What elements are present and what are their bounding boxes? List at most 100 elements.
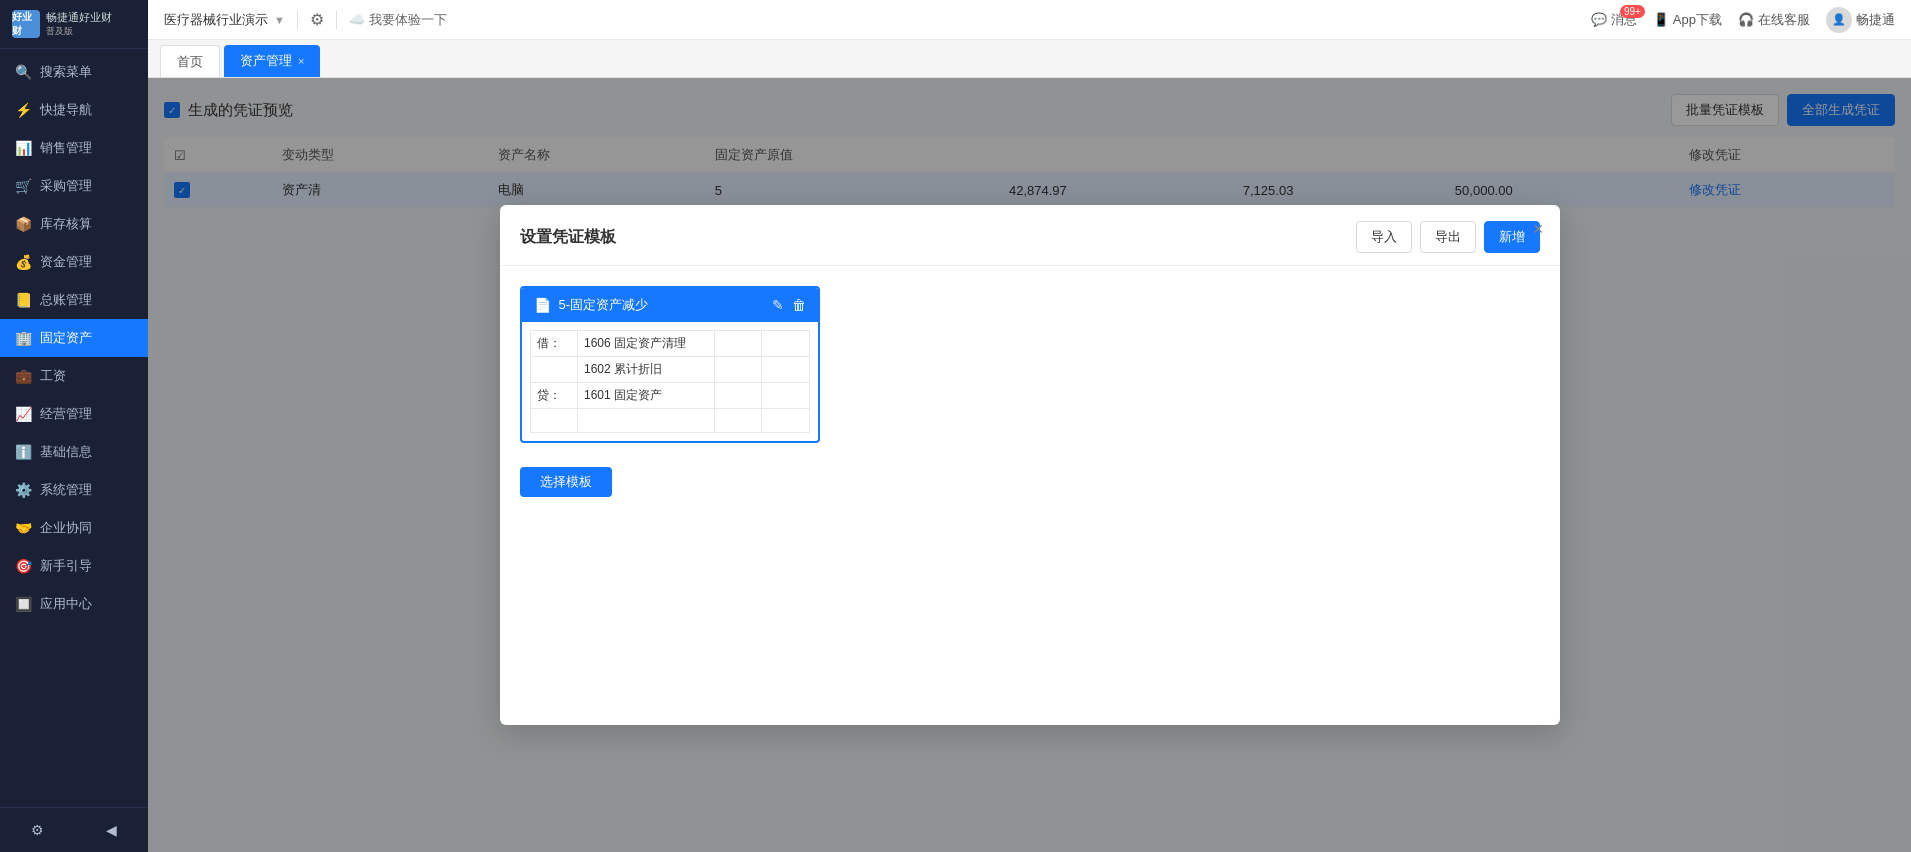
sidebar-item-label: 经营管理 <box>40 405 92 423</box>
export-button[interactable]: 导出 <box>1420 221 1476 253</box>
sidebar-item-label: 库存核算 <box>40 215 92 233</box>
chevron-down-icon: ▼ <box>274 14 285 26</box>
company-name[interactable]: 医疗器械行业演示 ▼ <box>164 11 285 29</box>
tab-home-label: 首页 <box>177 53 203 71</box>
download-icon: 📱 <box>1653 12 1669 27</box>
message-icon: 💬 <box>1591 12 1607 27</box>
inventory-icon: 📦 <box>14 215 32 233</box>
sidebar-item-search[interactable]: 🔍 搜索菜单 <box>0 53 148 91</box>
settings-icon[interactable]: ⚙ <box>310 10 324 29</box>
salary-icon: 💼 <box>14 367 32 385</box>
settings-button[interactable]: ⚙ <box>25 816 50 844</box>
sidebar-item-appcenter[interactable]: 🔲 应用中心 <box>0 585 148 623</box>
experience-button[interactable]: ☁️ 我要体验一下 <box>349 11 447 29</box>
app-name: 畅捷通好业财 <box>46 10 112 24</box>
dialog-header-actions: 导入 导出 新增 <box>1356 221 1540 253</box>
user-button[interactable]: 👤 畅捷通 <box>1826 7 1895 33</box>
app-download-label: App下载 <box>1673 11 1722 29</box>
template-delete-button[interactable]: 🗑 <box>792 297 806 313</box>
sidebar-item-system[interactable]: ⚙️ 系统管理 <box>0 471 148 509</box>
system-icon: ⚙️ <box>14 481 32 499</box>
ledger-icon: 📒 <box>14 291 32 309</box>
operations-icon: 📈 <box>14 405 32 423</box>
sidebar: 好业财 畅捷通好业财 普及版 🔍 搜索菜单 ⚡ 快捷导航 📊 销售管理 🛒 <box>0 0 148 852</box>
new-template-button[interactable]: 新增 <box>1484 221 1540 253</box>
select-template-button[interactable]: 选择模板 <box>520 467 612 497</box>
sidebar-item-label: 应用中心 <box>40 595 92 613</box>
sidebar-item-basicinfo[interactable]: ℹ️ 基础信息 <box>0 433 148 471</box>
topbar: 医疗器械行业演示 ▼ ⚙ ☁️ 我要体验一下 💬 消息 99+ 📱 App下载 <box>148 0 1911 40</box>
template-row: 贷： 1601 固定资产 <box>530 383 809 409</box>
appcenter-icon: 🔲 <box>14 595 32 613</box>
template-card-body: 借： 1606 固定资产清理 1602 累计折旧 <box>522 322 818 441</box>
basicinfo-icon: ℹ️ <box>14 443 32 461</box>
sidebar-item-label: 快捷导航 <box>40 101 92 119</box>
search-icon: 🔍 <box>14 63 32 81</box>
company-name-text: 医疗器械行业演示 <box>164 11 268 29</box>
sidebar-item-label: 新手引导 <box>40 557 92 575</box>
service-icon: 🎧 <box>1738 12 1754 27</box>
sidebar-nav: 🔍 搜索菜单 ⚡ 快捷导航 📊 销售管理 🛒 采购管理 📦 库存核算 💰 <box>0 49 148 807</box>
voucher-template-dialog: 设置凭证模板 导入 导出 新增 × 📄 5-固定资产减少 <box>500 205 1560 725</box>
template-grid: 借： 1606 固定资产清理 1602 累计折旧 <box>530 330 810 433</box>
template-card: 📄 5-固定资产减少 ✎ 🗑 <box>520 286 820 443</box>
sidebar-item-sales[interactable]: 📊 销售管理 <box>0 129 148 167</box>
tab-asset-label: 资产管理 <box>240 52 292 70</box>
template-title: 5-固定资产减少 <box>559 296 649 314</box>
dialog-title: 设置凭证模板 <box>520 227 616 248</box>
template-empty-4 <box>761 409 809 433</box>
sidebar-item-guide[interactable]: 🎯 新手引导 <box>0 547 148 585</box>
finance-icon: 💰 <box>14 253 32 271</box>
sidebar-item-label: 企业协同 <box>40 519 92 537</box>
sidebar-item-salary[interactable]: 💼 工资 <box>0 357 148 395</box>
sidebar-item-label: 销售管理 <box>40 139 92 157</box>
sidebar-item-label: 工资 <box>40 367 66 385</box>
app-download-button[interactable]: 📱 App下载 <box>1653 11 1722 29</box>
cloud-icon: ☁️ <box>349 12 365 27</box>
topbar-divider2 <box>336 11 337 29</box>
collapse-button[interactable]: ◀ <box>100 816 123 844</box>
template-empty-row <box>530 409 809 433</box>
template-empty-1 <box>530 409 577 433</box>
tab-asset-management[interactable]: 资产管理 × <box>224 45 320 77</box>
avatar: 👤 <box>1826 7 1852 33</box>
messages-button[interactable]: 💬 消息 99+ <box>1591 11 1637 29</box>
tab-close-button[interactable]: × <box>298 55 304 67</box>
tabbar: 首页 资产管理 × <box>148 40 1911 78</box>
dialog-close-button[interactable]: × <box>1533 219 1544 240</box>
topbar-right: 💬 消息 99+ 📱 App下载 🎧 在线客服 👤 畅捷通 <box>1591 7 1895 33</box>
select-template-container: 选择模板 <box>520 451 1540 497</box>
tab-home[interactable]: 首页 <box>160 45 220 77</box>
template-credit-1 <box>761 331 809 357</box>
dialog-header: 设置凭证模板 导入 导出 新增 × <box>500 205 1560 266</box>
template-debit-3 <box>714 383 761 409</box>
sidebar-item-fixedassets[interactable]: 🏢 固定资产 <box>0 319 148 357</box>
page-area: ✓ 生成的凭证预览 批量凭证模板 全部生成凭证 ☑ 变动类型 资产名称 <box>148 78 1911 852</box>
template-empty-3 <box>714 409 761 433</box>
template-account-2: 1602 累计折旧 <box>577 357 714 383</box>
template-credit-2 <box>761 357 809 383</box>
sidebar-item-purchase[interactable]: 🛒 采购管理 <box>0 167 148 205</box>
online-service-button[interactable]: 🎧 在线客服 <box>1738 11 1810 29</box>
sidebar-item-collab[interactable]: 🤝 企业协同 <box>0 509 148 547</box>
app-logo: 好业财 畅捷通好业财 普及版 <box>0 0 148 49</box>
template-file-icon: 📄 <box>534 297 551 313</box>
sales-icon: 📊 <box>14 139 32 157</box>
sidebar-item-label: 采购管理 <box>40 177 92 195</box>
template-row: 借： 1606 固定资产清理 <box>530 331 809 357</box>
sidebar-item-quicknav[interactable]: ⚡ 快捷导航 <box>0 91 148 129</box>
messages-badge: 99+ <box>1620 5 1645 18</box>
logo-icon: 好业财 <box>12 10 40 38</box>
user-name: 畅捷通 <box>1856 11 1895 29</box>
template-side-1: 借： <box>530 331 577 357</box>
dialog-body: 📄 5-固定资产减少 ✎ 🗑 <box>500 266 1560 725</box>
main-content: 医疗器械行业演示 ▼ ⚙ ☁️ 我要体验一下 💬 消息 99+ 📱 App下载 <box>148 0 1911 852</box>
sidebar-item-finance[interactable]: 💰 资金管理 <box>0 243 148 281</box>
quicknav-icon: ⚡ <box>14 101 32 119</box>
sidebar-item-ledger[interactable]: 📒 总账管理 <box>0 281 148 319</box>
dialog-overlay: 设置凭证模板 导入 导出 新增 × 📄 5-固定资产减少 <box>148 78 1911 852</box>
import-button[interactable]: 导入 <box>1356 221 1412 253</box>
sidebar-item-inventory[interactable]: 📦 库存核算 <box>0 205 148 243</box>
template-edit-button[interactable]: ✎ <box>772 297 784 313</box>
sidebar-item-operations[interactable]: 📈 经营管理 <box>0 395 148 433</box>
